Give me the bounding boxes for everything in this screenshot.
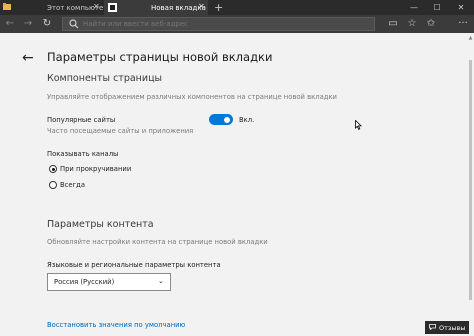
back-button[interactable]: ←: [3, 15, 17, 33]
tab-new-tab[interactable]: Новая вкладка ✕: [104, 0, 208, 15]
edge-page-icon: [108, 3, 117, 12]
top-sites-label: Популярные сайты: [47, 116, 116, 124]
radio-always[interactable]: [49, 181, 57, 189]
top-sites-sublabel: Часто посещаемые сайты и приложения: [47, 127, 194, 135]
reading-view-icon[interactable]: ▭: [385, 15, 401, 33]
feedback-label: Отзывы: [439, 324, 466, 332]
feedback-button[interactable]: Отзывы: [425, 321, 469, 334]
tab-this-computer[interactable]: Этот компьютер ✕: [0, 0, 108, 15]
channels-label: Показывать каналы: [47, 150, 119, 158]
section-title-content: Параметры контента: [47, 219, 154, 230]
scroll-up-arrow-icon[interactable]: ▲: [467, 35, 474, 41]
favorites-hub-icon[interactable]: ✩: [423, 15, 439, 33]
favorites-star-icon[interactable]: ☆: [404, 15, 420, 33]
address-toolbar: ← → ↻ ▭ ☆ ✩ ···: [0, 15, 474, 33]
new-tab-button[interactable]: +: [214, 0, 223, 15]
page-title: Параметры страницы новой вкладки: [47, 50, 273, 64]
mouse-cursor-icon: [355, 120, 362, 130]
maximize-button[interactable]: ☐: [425, 0, 449, 15]
top-sites-toggle[interactable]: [209, 114, 233, 125]
refresh-button[interactable]: ↻: [40, 15, 54, 33]
section-description-content: Обновляйте настройки контента на страниц…: [47, 238, 268, 246]
folder-icon: [3, 3, 11, 10]
close-tab-icon[interactable]: ✕: [93, 2, 100, 11]
title-bar: Этот компьютер ✕ Новая вкладка ✕ + — ☐ ✕: [0, 0, 474, 15]
close-window-button[interactable]: ✕: [449, 0, 473, 15]
toggle-knob: [224, 116, 230, 123]
radio-on-scroll[interactable]: [49, 165, 57, 173]
address-input[interactable]: [83, 18, 368, 30]
radio-label-always: Всегда: [60, 181, 86, 189]
section-title-components: Компоненты страницы: [47, 73, 163, 84]
forward-button[interactable]: →: [21, 15, 35, 33]
language-label: Языковые и региональные параметры контен…: [47, 261, 221, 269]
panel-back-button[interactable]: ←: [22, 50, 38, 66]
language-select[interactable]: Россия (Русский) ⌄: [47, 273, 171, 291]
minimize-button[interactable]: —: [402, 0, 426, 15]
language-select-value: Россия (Русский): [54, 278, 115, 286]
toggle-state-label: Вкл.: [239, 116, 255, 124]
scrollbar-thumb[interactable]: [469, 60, 472, 300]
address-bar[interactable]: [62, 17, 375, 31]
feedback-icon: [429, 324, 436, 330]
chevron-down-icon: ⌄: [158, 277, 164, 285]
radio-label-on-scroll: При прокручивании: [60, 165, 132, 173]
section-description-components: Управляйте отображением различных компон…: [47, 93, 337, 101]
close-tab-icon[interactable]: ✕: [198, 2, 205, 11]
search-icon: [69, 19, 79, 29]
reset-defaults-link[interactable]: Восстановить значения по умолчанию: [47, 321, 185, 329]
more-menu-button[interactable]: ···: [455, 15, 471, 33]
